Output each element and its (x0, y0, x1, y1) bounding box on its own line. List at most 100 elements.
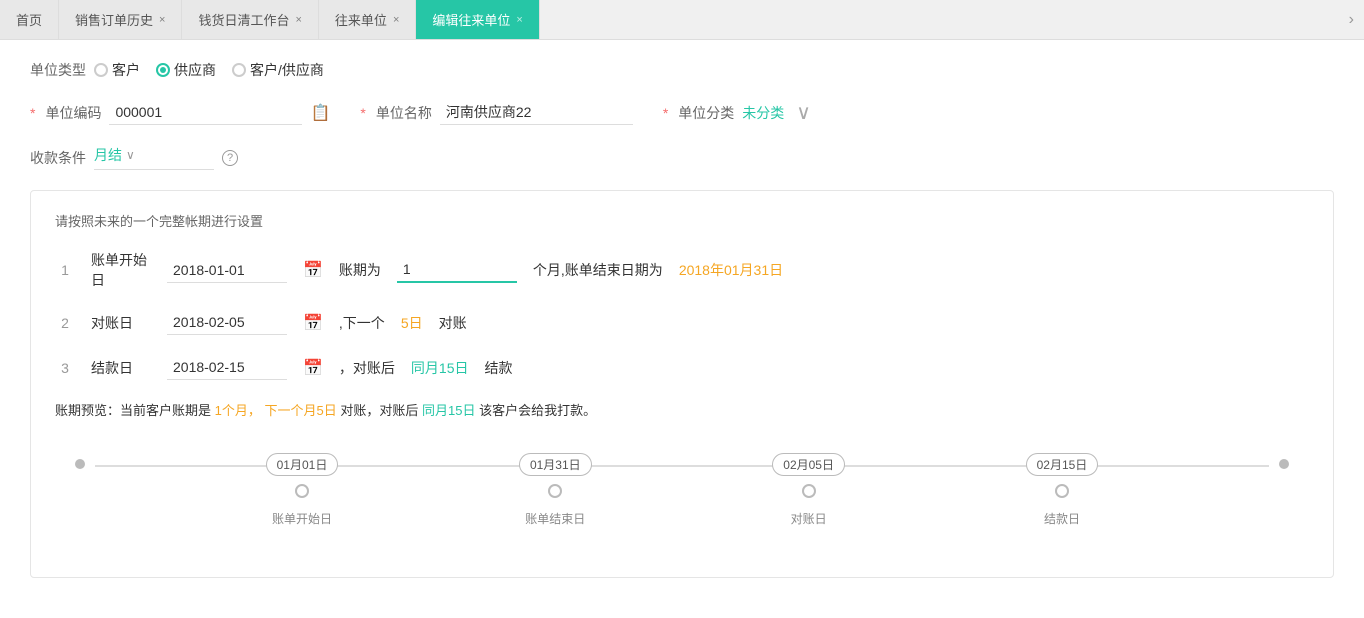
period-row-2: 2 对账日 📅 ,下一个 5日 对账 (55, 310, 1309, 335)
payment-suffix: 结款 (485, 358, 513, 378)
unit-type-label: 单位类型 (30, 60, 86, 80)
payment-row: 收款条件 月结 ∨ ? (30, 145, 1334, 170)
timeline-nodes: 01月01日 账单开始日 01月31日 账单结束日 02月05日 对账日 02月… (75, 453, 1289, 527)
right-dot-circle (1279, 459, 1289, 469)
unit-name-input[interactable] (440, 100, 633, 125)
code-star: * (30, 105, 35, 121)
node-date-3: 02月05日 (772, 453, 845, 476)
unit-code-input[interactable] (109, 100, 302, 125)
period-suffix-1: 个月,账单结束日期为 (533, 260, 663, 280)
unit-name-label: 单位名称 (376, 103, 432, 123)
unit-class-value: 未分类 (742, 103, 784, 123)
node-date-1: 01月01日 (266, 453, 339, 476)
left-dot-circle (75, 459, 85, 469)
row-label-2: 对账日 (91, 313, 151, 333)
unit-name-group: * 单位名称 (360, 100, 632, 125)
start-date-input[interactable] (167, 258, 287, 283)
node-caption-3: 对账日 (791, 510, 827, 527)
tab-bar: 首页 销售订单历史 × 钱货日清工作台 × 往来单位 × 编辑往来单位 × › (0, 0, 1364, 40)
timeline-node-2: 01月31日 账单结束日 (519, 453, 592, 527)
row-num-2: 2 (55, 315, 75, 331)
period-panel: 请按照未来的一个完整帐期进行设置 1 账单开始日 📅 账期为 个月,账单结束日期… (30, 190, 1334, 578)
tab-cash-work[interactable]: 钱货日清工作台 × (182, 0, 318, 39)
radio-customer-circle (94, 63, 108, 77)
payment-cal-icon[interactable]: 📅 (303, 358, 323, 378)
unit-code-group: * 单位编码 📋 (30, 100, 330, 125)
node-circle-3 (802, 484, 816, 498)
row-num-3: 3 (55, 360, 75, 376)
tab-edit-close[interactable]: × (516, 14, 522, 26)
tab-counterparty-close[interactable]: × (393, 14, 399, 26)
unit-code-label: 单位编码 (45, 103, 101, 123)
period-end-date: 2018年01月31日 (679, 260, 783, 280)
preview-end: 该客户会给我打款。 (479, 403, 596, 418)
main-content: 单位类型 客户 供应商 客户/供应商 * 单位编码 (0, 40, 1364, 618)
radio-both-label: 客户/供应商 (250, 60, 324, 80)
tab-cash-label: 钱货日清工作台 (198, 10, 289, 29)
reconcile-highlight: 5日 (401, 313, 423, 333)
unit-class-group: * 单位分类 未分类 ∨ (663, 100, 811, 125)
start-cal-icon[interactable]: 📅 (303, 260, 323, 280)
timeline-node-3: 02月05日 对账日 (772, 453, 845, 527)
timeline-node-4: 02月15日 结款日 (1026, 453, 1099, 527)
tab-counterparty[interactable]: 往来单位 × (319, 0, 416, 39)
payment-value: 月结 (94, 145, 122, 165)
payment-highlight: 同月15日 (411, 358, 469, 378)
code-cal-icon[interactable]: 📋 (310, 103, 330, 123)
tab-sales-history[interactable]: 销售订单历史 × (59, 0, 182, 39)
payment-group: 收款条件 月结 ∨ ? (30, 145, 238, 170)
node-date-2: 01月31日 (519, 453, 592, 476)
panel-hint: 请按照未来的一个完整帐期进行设置 (55, 211, 1309, 230)
tab-edit-label: 编辑往来单位 (432, 10, 510, 29)
radio-group: 客户 供应商 客户/供应商 (94, 60, 324, 80)
payment-select[interactable]: 月结 ∨ (94, 145, 214, 170)
node-circle-4 (1055, 484, 1069, 498)
radio-supplier[interactable]: 供应商 (156, 60, 216, 80)
preview-date2: 同月15日 (422, 403, 475, 418)
preview-date1: 下一个月5日 (265, 403, 337, 418)
unit-class-label: 单位分类 (678, 103, 734, 123)
node-caption-1: 账单开始日 (272, 510, 332, 527)
preview-text: 账期预览：当前客户账期是 1个月， 下一个月5日 对账，对账后 同月15日 该客… (55, 400, 1309, 419)
reconcile-date-input[interactable] (167, 310, 287, 335)
help-icon[interactable]: ? (222, 150, 238, 166)
unit-type-group: 单位类型 客户 供应商 客户/供应商 (30, 60, 324, 80)
payment-date-input[interactable] (167, 355, 287, 380)
payment-label: 收款条件 (30, 148, 86, 168)
row-label-3: 结款日 (91, 358, 151, 378)
tab-edit-counterparty[interactable]: 编辑往来单位 × (416, 0, 539, 39)
radio-customer-label: 客户 (112, 60, 140, 80)
radio-supplier-circle (156, 63, 170, 77)
class-dropdown-icon[interactable]: ∨ (796, 100, 811, 125)
unit-info-row: * 单位编码 📋 * 单位名称 * 单位分类 未分类 ∨ (30, 100, 1334, 125)
node-caption-2: 账单结束日 (525, 510, 585, 527)
reconcile-suffix: 对账 (439, 313, 467, 333)
tab-home[interactable]: 首页 (0, 0, 59, 39)
row-num-1: 1 (55, 262, 75, 278)
class-star: * (663, 105, 668, 121)
payment-chevron: ∨ (126, 148, 135, 162)
period-row-3: 3 结款日 📅 ，对账后 同月15日 结款 (55, 355, 1309, 380)
reconcile-prefix: ,下一个 (339, 313, 385, 333)
radio-supplier-label: 供应商 (174, 60, 216, 80)
timeline-right-dot (1279, 457, 1289, 527)
node-caption-4: 结款日 (1044, 510, 1080, 527)
row-label-1: 账单开始日 (91, 250, 151, 290)
radio-customer[interactable]: 客户 (94, 60, 140, 80)
period-row-1: 1 账单开始日 📅 账期为 个月,账单结束日期为 2018年01月31日 (55, 250, 1309, 290)
period-for-label: 账期为 (339, 260, 381, 280)
node-circle-2 (548, 484, 562, 498)
tab-more-arrow[interactable]: › (1339, 0, 1364, 39)
preview-mid: 对账，对账后 (340, 403, 418, 418)
timeline: 01月01日 账单开始日 01月31日 账单结束日 02月05日 对账日 02月… (55, 443, 1309, 557)
reconcile-cal-icon[interactable]: 📅 (303, 313, 323, 333)
tab-sales-close[interactable]: × (159, 14, 165, 26)
preview-prefix: 账期预览：当前客户账期是 (55, 403, 211, 418)
unit-type-row: 单位类型 客户 供应商 客户/供应商 (30, 60, 1334, 80)
tab-cash-close[interactable]: × (295, 14, 301, 26)
name-star: * (360, 105, 365, 121)
node-date-4: 02月15日 (1026, 453, 1099, 476)
radio-both[interactable]: 客户/供应商 (232, 60, 324, 80)
tab-sales-label: 销售订单历史 (75, 10, 153, 29)
period-months-input[interactable] (397, 257, 517, 283)
